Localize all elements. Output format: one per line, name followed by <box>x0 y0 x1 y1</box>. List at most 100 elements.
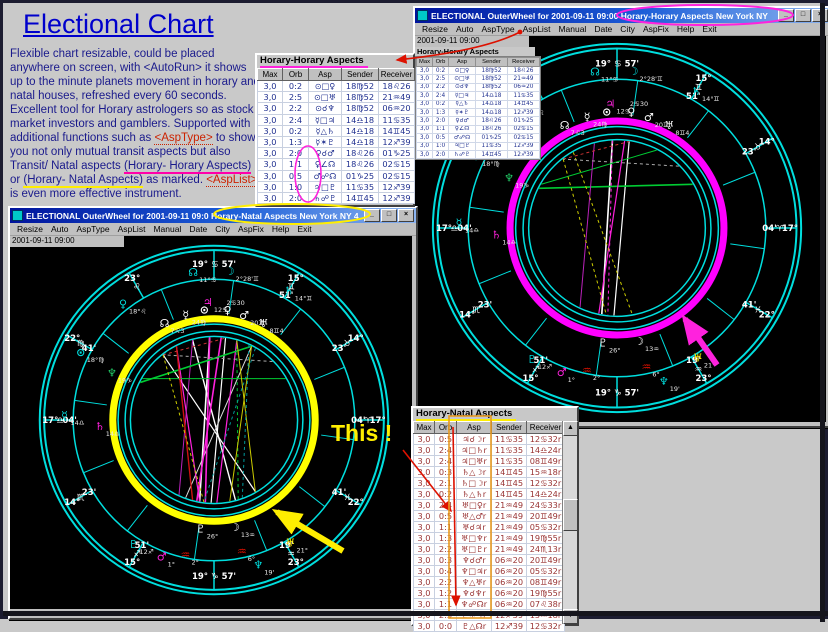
menu-item-auto[interactable]: Auto <box>47 224 73 234</box>
menu-item-manual[interactable]: Manual <box>554 24 590 34</box>
horary-horary-link[interactable]: (Horary- Horary Aspects) <box>123 160 252 175</box>
table-row[interactable]: 3,0 1:1 ♀∠☊ 18♌26 02♋15 <box>257 158 415 171</box>
cell: 3,0 <box>416 65 433 76</box>
cell: 1:1 <box>434 521 457 533</box>
table-row[interactable]: 3,0 2:4 ♅□♀r 21♒49 24♋33r <box>413 499 565 511</box>
scrollbar[interactable]: ▲ ▼ <box>562 421 578 624</box>
horary-natal-aspects-panel[interactable]: Horary-Natal Aspects Max Orb Asp Sender Rece… <box>411 406 579 632</box>
cell: 3,0 <box>416 74 433 84</box>
table-row[interactable]: 3,0 1:3 ♅□♆r 21♒49 19♍55r <box>413 532 565 544</box>
cell: ☿□♃ <box>308 113 342 126</box>
table-row[interactable]: 3,0 1:0 ♃□♇ 11♋35 12♐39 <box>257 180 415 193</box>
menu-item-resize[interactable]: Resize <box>13 224 47 234</box>
column-header-receiver: Receiver <box>378 68 415 81</box>
menu-item-asplist[interactable]: AspList <box>519 24 555 34</box>
planet-degree-label: 19♑ <box>515 182 529 190</box>
cell: 2:1 <box>434 477 457 489</box>
planet-degree-label: 19♑ <box>118 376 132 384</box>
table-row[interactable]: 3,0 2:0 ♀☌♂ 18♌26 01♑25 <box>257 147 415 160</box>
horary-natal-link[interactable]: (Horary- Natal Aspects) <box>23 174 143 189</box>
menu-item-asptype[interactable]: AspType <box>477 24 518 34</box>
menu-item-asplist[interactable]: AspList <box>114 224 150 234</box>
planet-glyph: ♒ <box>582 364 592 377</box>
table-row[interactable]: 3,0 2:5 ⊙□♅ 18♍52 21♒49 <box>416 74 540 84</box>
maximize-button[interactable]: □ <box>795 9 811 22</box>
table-row[interactable]: 3,0 0:2 ♄△♄r 14♊45 14♎24r <box>413 488 565 500</box>
table-row[interactable]: 3,0 0:3 ♆☌♂r 06♒20 20♊49r <box>413 554 565 566</box>
cell: ♅□♀r <box>456 499 492 511</box>
table-row[interactable]: 3,0 1:3 ☿✶♇ 14♎18 12♐39 <box>257 135 415 149</box>
table-row[interactable]: 3,0 2:2 ⊙☌♆ 18♍52 06♒20 <box>416 82 540 93</box>
titlebar[interactable]: ELECTIONAL OuterWheel for 2001-09-11 09:… <box>415 8 828 23</box>
menu-item-auto[interactable]: Auto <box>452 24 478 34</box>
table-row[interactable]: 3,0 2:1 ♄□☽r 14♊45 12♋32r <box>413 477 565 489</box>
table-row[interactable]: 3,0 2:2 ♆△♅r 06♒20 08♊49r <box>413 576 565 588</box>
table-row[interactable]: 3,0 2:0 ♀☌♂ 18♌26 01♑25 <box>416 116 540 126</box>
cell: 3,0 <box>413 576 435 588</box>
planet-glyph: ♇ <box>527 353 537 366</box>
menu-item-manual[interactable]: Manual <box>149 224 185 234</box>
table-row[interactable]: 3,0 1:1 ♆☍☊r 06♒20 07♌38r <box>413 598 565 610</box>
table-row[interactable]: 3,0 0:3 ♄△☽r 14♊45 15♒18r <box>413 466 565 478</box>
table-row[interactable]: 3,0 1:1 ♀∠☊ 18♌26 02♋15 <box>416 124 540 135</box>
table-row[interactable]: 3,0 0:5 ♃☌☽r 11♋35 12♋32r <box>413 433 565 445</box>
table-row[interactable]: 3,0 2:0 ♄☍♇ 14♊45 12♐39 <box>257 191 415 205</box>
table-row[interactable]: 3,0 0:2 ⊙□♀ 18♍52 18♌26 <box>257 79 415 93</box>
window-horary-natal-wheel[interactable]: ELECTIONAL OuterWheel for 2001-09-11 09:… <box>8 206 418 620</box>
menu-item-date[interactable]: Date <box>185 224 211 234</box>
table-row[interactable]: 3,0 0:5 ♂☍☊ 01♑25 02♋15 <box>257 169 415 182</box>
cell: ⊙□♀ <box>308 79 342 93</box>
cell: 0:3 <box>434 554 457 566</box>
table-row[interactable]: 3,0 0:2 ⊙□♀ 18♍52 18♌26 <box>416 65 540 76</box>
scroll-thumb[interactable] <box>563 499 578 531</box>
menu-item-aspfix[interactable]: AspFix <box>234 224 268 234</box>
table-row[interactable]: 3,0 0:2 ☿△♄ 14♎18 14♊45 <box>416 99 540 109</box>
menu-item-exit[interactable]: Exit <box>293 224 315 234</box>
asptype-link[interactable]: <AspType> <box>154 132 213 146</box>
table-row[interactable]: 3,0 1:2 ♆☌♆r 06♒20 19♍55r <box>413 587 565 599</box>
horary-horary-aspects-panel[interactable]: Horary-Horary Aspects Max Orb Asp Sender Rec… <box>255 53 415 207</box>
asplist-link[interactable]: <AspList> <box>206 174 258 188</box>
menu-item-asptype[interactable]: AspType <box>72 224 113 234</box>
table-row[interactable]: 3,0 1:1 ♅☌♃r 21♒49 05♋32r <box>413 521 565 533</box>
menu-item-help[interactable]: Help <box>268 224 293 234</box>
table-row[interactable]: 3,0 0:4 ♆□♃r 06♒20 05♋32r <box>413 565 565 577</box>
minimize-button[interactable]: _ <box>364 209 380 222</box>
window-horary-horary-wheel[interactable]: ELECTIONAL OuterWheel for 2001-09-11 09:… <box>413 6 828 428</box>
table-row[interactable]: 3,0 1:0 ♃□♇ 11♋35 12♐39 <box>416 141 540 151</box>
column-header-receiver: Receiver <box>507 57 540 67</box>
titlebar[interactable]: ELECTIONAL OuterWheel for 2001-09-11 09:… <box>10 208 416 223</box>
table-row[interactable]: 3,0 0:0 ♇△☊r 12♐39 12♋32r <box>413 620 565 632</box>
table-row[interactable]: 3,0 2:4 ♃□♄r 11♋35 14♎24r <box>413 444 565 456</box>
table-row[interactable]: 3,0 2:4 ♃□♅r 11♋35 08♊49r <box>413 455 565 467</box>
table-row[interactable]: 3,0 2:2 ♅□♇r 21♒49 24♏13r <box>413 543 565 555</box>
table-row[interactable]: 3,0 0:5 ♂☍☊ 01♑25 02♋15 <box>416 133 540 143</box>
table-row[interactable]: 3,0 1:3 ☿✶♇ 14♎18 12♐39 <box>416 107 540 118</box>
table-row[interactable]: 3,0 2:2 ⊙☌♆ 18♍52 06♒20 <box>257 102 415 115</box>
table-row[interactable]: 3,0 0:2 ☿△♄ 14♎18 14♊45 <box>257 124 415 137</box>
cell: ☿△♄ <box>448 99 476 109</box>
maximize-button[interactable]: □ <box>381 209 397 222</box>
menu-item-resize[interactable]: Resize <box>418 24 452 34</box>
table-row[interactable]: 3,0 2:5 ⊙□♅ 18♍52 21♒49 <box>257 91 415 104</box>
minimize-button[interactable]: _ <box>778 9 794 22</box>
table-row[interactable]: 3,0 2:4 ☿□♃ 14♎18 11♋35 <box>416 91 540 101</box>
column-header-receiver: Receiver <box>526 421 565 434</box>
menu-item-exit[interactable]: Exit <box>698 24 720 34</box>
planet-glyph: ☊ <box>590 65 600 78</box>
menu-item-city[interactable]: City <box>211 224 234 234</box>
menu-item-help[interactable]: Help <box>673 24 698 34</box>
cell: 3,0 <box>416 91 433 101</box>
overlay-aspect-table[interactable]: Max Orb Asp Sender Receiver 3,0 0:2 ⊙□♀ 18♍52 18♌… <box>415 56 541 161</box>
menu-bar: Resize Auto AspType AspList Manual Date City As… <box>415 23 828 36</box>
cell: 05♋32r <box>526 521 565 533</box>
scroll-up-button[interactable]: ▲ <box>563 421 578 436</box>
menu-item-date[interactable]: Date <box>590 24 616 34</box>
menu-item-city[interactable]: City <box>616 24 639 34</box>
table-row[interactable]: 3,0 0:5 ♅△♂r 21♒49 20♊49r <box>413 510 565 522</box>
table-row[interactable]: 3,0 2:4 ☿□♃ 14♎18 11♋35 <box>257 113 415 126</box>
menu-item-aspfix[interactable]: AspFix <box>639 24 673 34</box>
table-row[interactable]: 3,0 2:0 ♄☍♇ 14♊45 12♐39 <box>416 149 540 160</box>
close-button[interactable]: × <box>398 209 414 222</box>
cell: 24♏13r <box>526 543 565 555</box>
